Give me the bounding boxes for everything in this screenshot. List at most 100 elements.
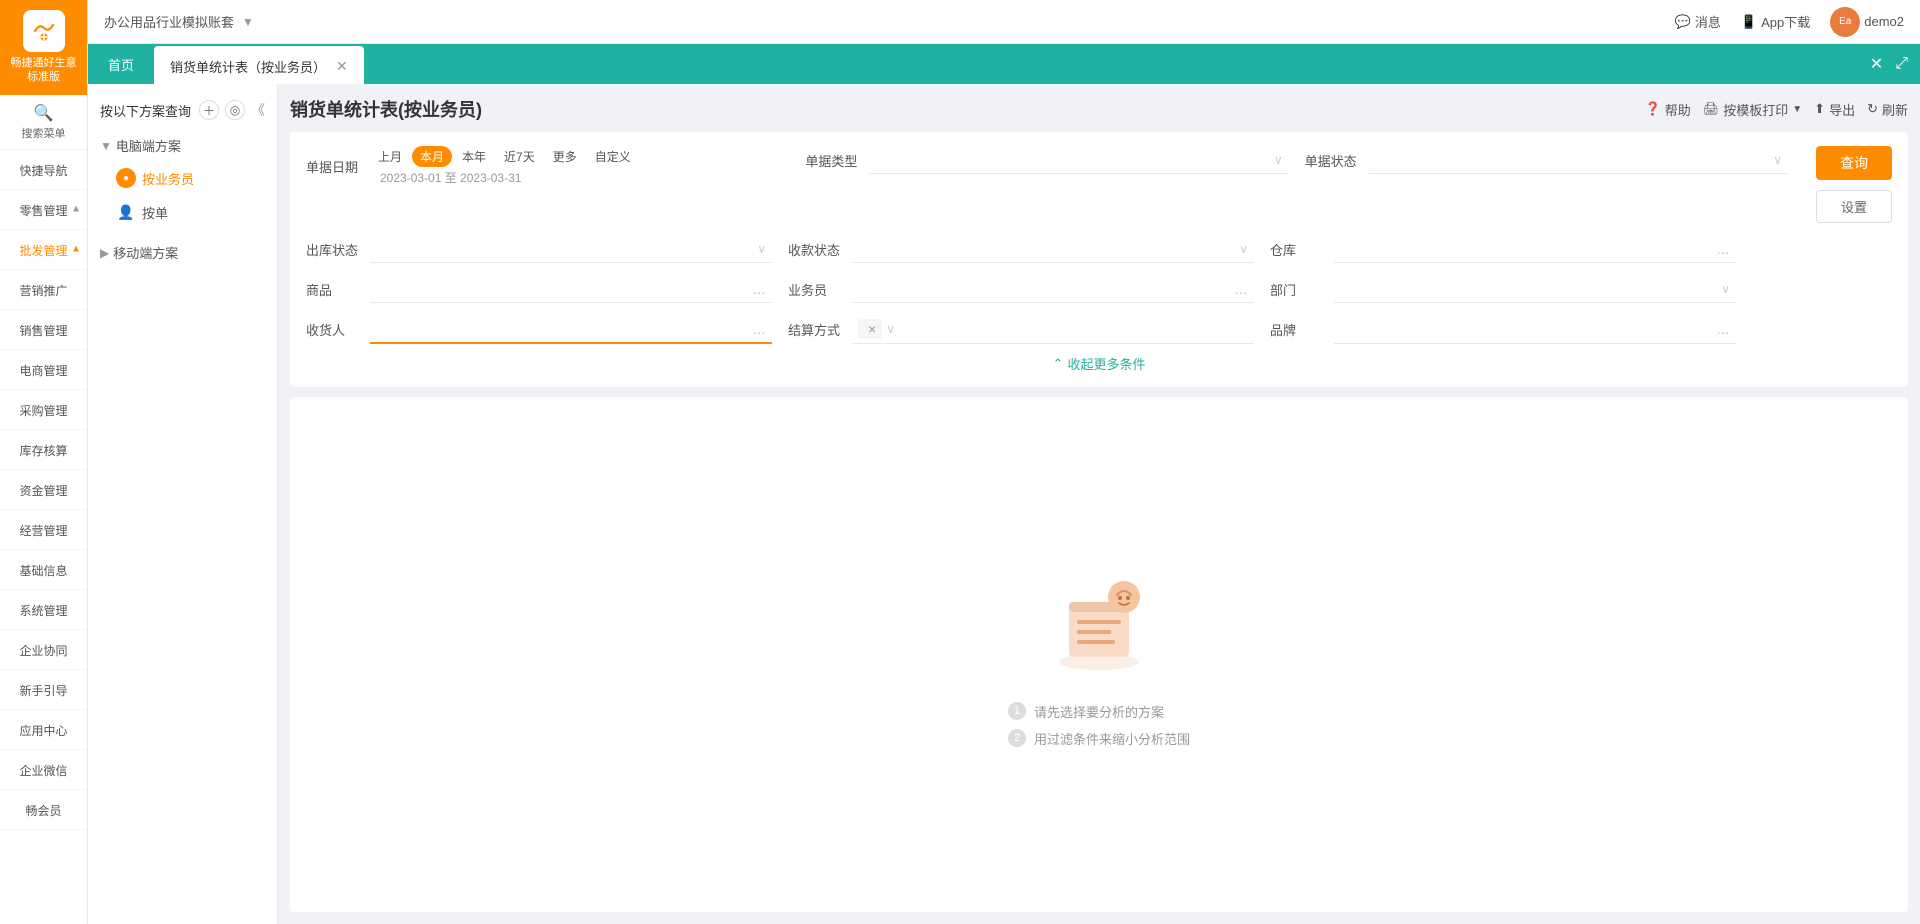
- message-action[interactable]: 💬 消息: [1675, 12, 1721, 31]
- lp-edit-btn[interactable]: ◎: [225, 100, 245, 120]
- help-label: 帮助: [1665, 100, 1691, 119]
- app-download-action[interactable]: 📱 App下载: [1741, 12, 1810, 31]
- lp-item-by-order-label: 按单: [142, 203, 168, 222]
- left-panel: 按以下方案查询 ＋ ◎ 《 ▼ 电脑端方案 ● 按业务员 👤: [88, 84, 278, 924]
- filter-brand: 品牌 …: [1270, 316, 1736, 344]
- sidebar-item-operations[interactable]: 经营管理: [0, 510, 87, 550]
- tabbar-expand-icon[interactable]: ⤢: [1891, 51, 1912, 77]
- topbar-left: 办公用品行业模拟账套 ▼: [104, 12, 254, 31]
- sidebar-item-inventory[interactable]: 库存核算: [0, 430, 87, 470]
- sidebar: 畅捷通好生意 标准版 🔍 搜索菜单 快捷导航 零售管理 ▲ 批发管理 ▲ 营销推…: [0, 0, 88, 924]
- filter-salesperson-dots: …: [1234, 281, 1248, 297]
- filter-doc-type-select[interactable]: ∨: [869, 146, 1288, 174]
- sidebar-item-purchase[interactable]: 采购管理: [0, 390, 87, 430]
- date-btn-custom[interactable]: 自定义: [587, 146, 639, 167]
- left-panel-title: 按以下方案查询: [100, 101, 191, 120]
- filter-payment-caret: ∨: [886, 322, 895, 336]
- tabbar-close-icon[interactable]: ✕: [1866, 50, 1887, 78]
- filter-payment: 结算方式 × ∨: [788, 315, 1254, 344]
- tab-close-icon[interactable]: ✕: [336, 58, 348, 75]
- sidebar-item-basic[interactable]: 基础信息: [0, 550, 87, 590]
- sidebar-logo-text: 畅捷通好生意 标准版: [8, 56, 79, 85]
- sidebar-item-appstore[interactable]: 应用中心: [0, 710, 87, 750]
- filter-salesperson-label: 业务员: [788, 280, 844, 299]
- by-order-icon: 👤: [116, 202, 136, 222]
- empty-state: 1 请先选择要分析的方案 2 用过滤条件来缩小分析范围: [290, 397, 1908, 912]
- filter-out-status-label: 出库状态: [306, 240, 362, 259]
- sidebar-item-shortcuts[interactable]: 快捷导航: [0, 150, 87, 190]
- lp-section-arrow-icon: ▼: [100, 139, 112, 153]
- message-icon: 💬: [1675, 14, 1691, 30]
- lp-section-mobile-header[interactable]: ▶ 移动端方案: [88, 237, 277, 268]
- lp-section-desktop-header[interactable]: ▼ 电脑端方案: [88, 130, 277, 161]
- sidebar-item-member[interactable]: 畅会员: [0, 790, 87, 830]
- query-btn[interactable]: 查询: [1816, 146, 1892, 180]
- topbar-title: 办公用品行业模拟账套: [104, 12, 234, 31]
- help-btn[interactable]: ❓ 帮助: [1645, 100, 1691, 119]
- topbar-dropdown-icon[interactable]: ▼: [242, 15, 254, 29]
- sidebar-logo[interactable]: 畅捷通好生意 标准版: [0, 0, 87, 95]
- lp-item-by-salesperson[interactable]: ● 按业务员: [88, 161, 277, 195]
- page-header: 销货单统计表(按业务员) ❓ 帮助 🖨 按模板打印 ▼ ⬆ 导出: [290, 96, 1908, 122]
- sidebar-item-corp[interactable]: 企业协同: [0, 630, 87, 670]
- date-btn-7days[interactable]: 近7天: [496, 146, 543, 167]
- filter-out-status-caret: ∨: [757, 242, 766, 256]
- filter-date: 单据日期 上月 本月 本年 近7天 更多 自定义 2023-03-01 至 20…: [306, 146, 789, 186]
- lp-item-by-order[interactable]: 👤 按单: [88, 195, 277, 229]
- filter-salesperson-select[interactable]: …: [852, 275, 1254, 303]
- refresh-btn[interactable]: ↻ 刷新: [1867, 100, 1908, 119]
- filter-warehouse-select[interactable]: …: [1334, 235, 1736, 263]
- date-btn-more[interactable]: 更多: [545, 146, 585, 167]
- filter-consignee-label: 收货人: [306, 320, 362, 339]
- template-print-btn[interactable]: 🖨 按模板打印 ▼: [1703, 100, 1802, 119]
- filter-goods-dots: …: [752, 281, 766, 297]
- sidebar-item-sales[interactable]: 销售管理: [0, 310, 87, 350]
- collapse-icon: ⌃: [1053, 356, 1064, 372]
- sidebar-search[interactable]: 🔍 搜索菜单: [0, 95, 87, 150]
- app-icon: 📱: [1741, 14, 1757, 30]
- filter-receipt-status-select[interactable]: ∨: [852, 235, 1254, 263]
- filter-dept-select[interactable]: ∨: [1334, 275, 1736, 303]
- main-area: 办公用品行业模拟账套 ▼ 💬 消息 📱 App下载 Ea demo2 首页: [88, 0, 1920, 924]
- filter-date-label: 单据日期: [306, 157, 362, 176]
- filter-brand-input[interactable]: …: [1334, 316, 1736, 344]
- sidebar-item-retail[interactable]: 零售管理 ▲: [0, 190, 87, 230]
- collapse-btn[interactable]: ⌃ 收起更多条件: [306, 354, 1892, 373]
- filter-payment-tag-close[interactable]: ×: [868, 321, 876, 337]
- empty-tip-2: 2 用过滤条件来缩小分析范围: [1008, 729, 1190, 748]
- filter-goods-select[interactable]: …: [370, 275, 772, 303]
- filter-out-status-select[interactable]: ∨: [370, 235, 772, 263]
- sidebar-item-finance[interactable]: 资金管理: [0, 470, 87, 510]
- sidebar-item-system[interactable]: 系统管理: [0, 590, 87, 630]
- sidebar-item-marketing[interactable]: 营销推广: [0, 270, 87, 310]
- retail-arrow-icon: ▲: [71, 204, 81, 215]
- date-btn-this-year[interactable]: 本年: [454, 146, 494, 167]
- lp-collapse-btn[interactable]: 《: [251, 100, 265, 120]
- export-btn[interactable]: ⬆ 导出: [1814, 100, 1855, 119]
- tab-home[interactable]: 首页: [88, 44, 154, 84]
- tab-sales-stats[interactable]: 销货单统计表（按业务员） ✕: [154, 46, 364, 86]
- lp-section-desktop: ▼ 电脑端方案 ● 按业务员 👤 按单: [88, 126, 277, 233]
- date-btn-this-month[interactable]: 本月: [412, 146, 452, 167]
- filter-receipt-status: 收款状态 ∨: [788, 235, 1254, 263]
- user-action[interactable]: Ea demo2: [1830, 7, 1904, 37]
- sidebar-item-wechat[interactable]: 企业微信: [0, 750, 87, 790]
- search-icon: 🔍: [34, 103, 54, 123]
- date-btn-last-month[interactable]: 上月: [370, 146, 410, 167]
- print-icon: 🖨: [1703, 101, 1720, 117]
- left-panel-header: 按以下方案查询 ＋ ◎ 《: [88, 94, 277, 126]
- sidebar-item-wholesale[interactable]: 批发管理 ▲: [0, 230, 87, 270]
- filter-consignee-input[interactable]: …: [370, 316, 772, 344]
- lp-section-mobile-arrow-icon: ▶: [100, 246, 109, 260]
- by-salesperson-icon: ●: [116, 168, 136, 188]
- filter-payment-select[interactable]: × ∨: [852, 315, 1254, 344]
- sidebar-item-newbie[interactable]: 新手引导: [0, 670, 87, 710]
- filter-warehouse-label: 仓库: [1270, 240, 1326, 259]
- filter-consignee: 收货人 …: [306, 316, 772, 344]
- filter-dept: 部门 ∨: [1270, 275, 1736, 303]
- empty-tips: 1 请先选择要分析的方案 2 用过滤条件来缩小分析范围: [1008, 702, 1190, 748]
- sidebar-item-ecommerce[interactable]: 电商管理: [0, 350, 87, 390]
- set-btn[interactable]: 设置: [1816, 190, 1892, 223]
- lp-add-btn[interactable]: ＋: [199, 100, 219, 120]
- filter-doc-status-select[interactable]: ∨: [1369, 146, 1788, 174]
